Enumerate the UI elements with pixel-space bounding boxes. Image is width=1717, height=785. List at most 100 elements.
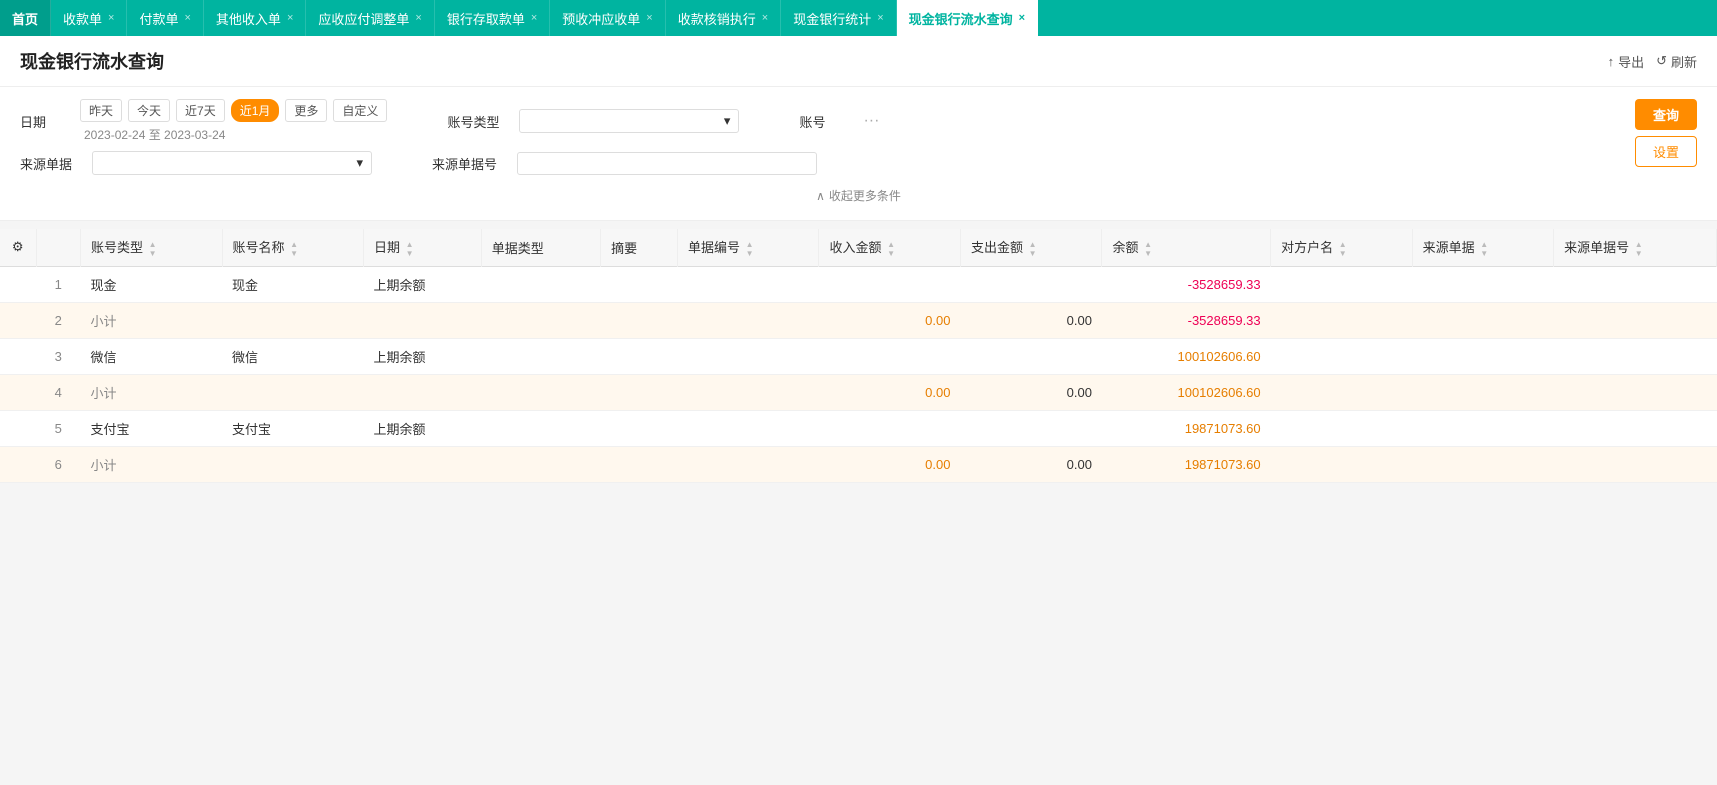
cell-income [819,338,961,374]
close-icon[interactable]: × [531,12,537,24]
query-button[interactable]: 查询 [1635,99,1697,130]
date-btn-1month[interactable]: 近1月 [231,99,280,122]
close-icon[interactable]: × [877,12,883,24]
cell-account-name: 微信 [222,338,364,374]
cell-counterpart [1271,302,1413,338]
nav-tab-xjyhtj[interactable]: 现金银行统计 × [781,0,896,36]
cell-expense: 0.00 [960,446,1102,482]
cell-account-type: 小计 [81,302,223,338]
cell-date [364,374,482,410]
cell-date: 上期余额 [364,266,482,302]
collapse-icon: ∧ [816,189,825,203]
close-icon[interactable]: × [762,12,768,24]
table-row: 1现金现金上期余额-3528659.33 [0,266,1717,302]
nav-tab-yhcqk[interactable]: 银行存取款单 × [435,0,550,36]
close-icon[interactable]: × [184,12,190,24]
cell-doc-no [677,302,819,338]
cell-summary [601,338,678,374]
refresh-label: 刷新 [1671,52,1697,71]
cell-expense: 0.00 [960,374,1102,410]
cell-summary [601,446,678,482]
nav-tab-ysyftz[interactable]: 应收应付调整单 × [306,0,434,36]
close-icon[interactable]: × [108,12,114,24]
table-row: 6小计0.000.0019871073.60 [0,446,1717,482]
nav-tab-home[interactable]: 首页 [0,0,51,36]
date-btn-custom[interactable]: 自定义 [333,99,387,122]
cell-account-type: 小计 [81,446,223,482]
nav-tab-qtsr[interactable]: 其他收入单 × [204,0,306,36]
th-doc-no[interactable]: 单据编号 ▲▼ [677,229,819,266]
date-btn-yesterday[interactable]: 昨天 [80,99,122,122]
cell-source-doc [1412,302,1554,338]
nav-tab-yscys[interactable]: 预收冲应收单 × [550,0,665,36]
cell-summary [601,374,678,410]
cell-counterpart [1271,446,1413,482]
date-btn-7days[interactable]: 近7天 [176,99,225,122]
cell-date [364,446,482,482]
th-counterpart[interactable]: 对方户名 ▲▼ [1271,229,1413,266]
date-btn-more[interactable]: 更多 [285,99,327,122]
row-num: 6 [36,446,81,482]
cell-doc-no [677,374,819,410]
th-source-doc[interactable]: 来源单据 ▲▼ [1412,229,1554,266]
table-container: ⚙ 账号类型 ▲▼ 账号名称 ▲▼ 日期 ▲▼ 单据类型 摘要 单据编号 ▲▼ … [0,229,1717,483]
table-header-row: ⚙ 账号类型 ▲▼ 账号名称 ▲▼ 日期 ▲▼ 单据类型 摘要 单据编号 ▲▼ … [0,229,1717,266]
nav-tab-fudan[interactable]: 付款单 × [127,0,203,36]
cell-doc-no [677,338,819,374]
th-expense[interactable]: 支出金额 ▲▼ [960,229,1102,266]
cell-doc-type [481,302,600,338]
account-type-select[interactable]: ▾ [519,109,739,133]
th-account-name[interactable]: 账号名称 ▲▼ [222,229,364,266]
account-dots[interactable]: ··· [859,112,883,130]
th-income[interactable]: 收入金额 ▲▼ [819,229,961,266]
refresh-button[interactable]: ↺ 刷新 [1656,52,1697,71]
tab-label: 预收冲应收单 [562,9,640,28]
cell-date: 上期余额 [364,338,482,374]
close-icon[interactable]: × [646,12,652,24]
cell-source-doc [1412,338,1554,374]
cell-doc-type [481,446,600,482]
export-button[interactable]: ↑ 导出 [1608,52,1645,71]
th-gear[interactable]: ⚙ [0,229,36,266]
source-doc-no-input[interactable] [517,152,817,175]
collapse-bar[interactable]: ∧ 收起更多条件 [20,183,1697,208]
cell-counterpart [1271,410,1413,446]
th-source-doc-no[interactable]: 来源单据号 ▲▼ [1554,229,1717,266]
row-gear-cell [0,374,36,410]
page-title: 现金银行流水查询 [20,48,164,74]
cell-source-doc-no [1554,410,1717,446]
tab-label: 应收应付调整单 [318,9,409,28]
nav-tab-skhx[interactable]: 收款核销执行 × [666,0,781,36]
nav-tab-xjyhls[interactable]: 现金银行流水查询 × [897,0,1038,36]
cell-income: 0.00 [819,374,961,410]
source-doc-select[interactable]: ▾ [92,151,372,175]
source-doc-no-label: 来源单据号 [432,154,497,173]
cell-source-doc-no [1554,266,1717,302]
cell-income [819,266,961,302]
cell-source-doc-no [1554,446,1717,482]
tab-label: 其他收入单 [216,9,281,28]
th-balance[interactable]: 余额 ▲▼ [1102,229,1271,266]
filter-area: 日期 昨天 今天 近7天 近1月 更多 自定义 2023-02-24 至 202… [0,87,1717,221]
export-label: 导出 [1618,52,1644,71]
row-num: 2 [36,302,81,338]
row-gear-cell [0,446,36,482]
th-account-type[interactable]: 账号类型 ▲▼ [81,229,223,266]
table-row: 4小计0.000.00100102606.60 [0,374,1717,410]
date-btn-today[interactable]: 今天 [128,99,170,122]
account-label: 账号 [799,112,839,131]
date-options: 昨天 今天 近7天 近1月 更多 自定义 [80,99,387,122]
close-icon[interactable]: × [1019,12,1025,24]
th-date[interactable]: 日期 ▲▼ [364,229,482,266]
nav-tab-shoudan[interactable]: 收款单 × [51,0,127,36]
close-icon[interactable]: × [287,12,293,24]
page-header: 现金银行流水查询 ↑ 导出 ↺ 刷新 [0,36,1717,87]
cell-source-doc [1412,446,1554,482]
cell-doc-type [481,266,600,302]
tab-label: 现金银行流水查询 [909,9,1013,28]
settings-button[interactable]: 设置 [1635,136,1697,167]
cell-expense [960,338,1102,374]
source-doc-label: 来源单据 [20,154,72,173]
cell-doc-type [481,338,600,374]
close-icon[interactable]: × [415,12,421,24]
